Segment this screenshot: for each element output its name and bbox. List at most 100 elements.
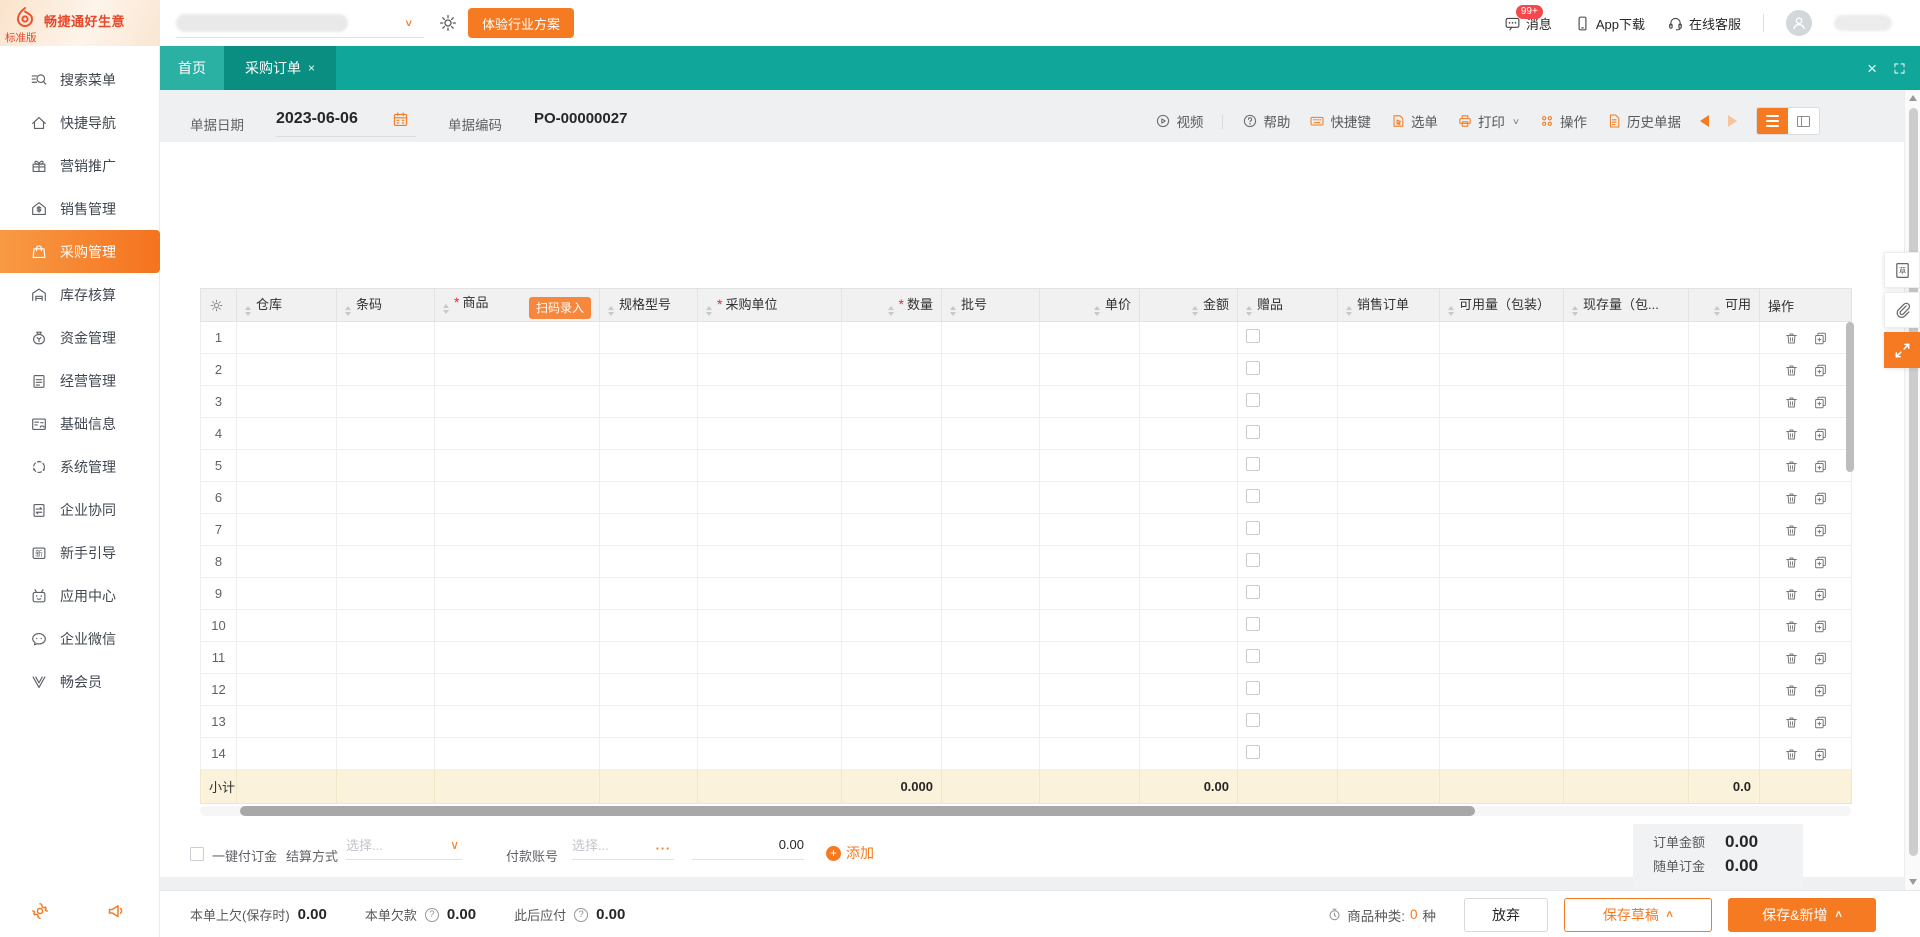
draft-list-button[interactable]: 草 — [1884, 252, 1920, 288]
redacted-company-name[interactable] — [176, 14, 348, 32]
gift-checkbox[interactable] — [1246, 745, 1260, 759]
copy-row-icon[interactable] — [1813, 747, 1828, 762]
cell-purchase_unit[interactable] — [697, 673, 842, 706]
delete-row-icon[interactable] — [1784, 395, 1799, 410]
cell-stock_pkg[interactable] — [1563, 321, 1689, 354]
cell-gift[interactable] — [1237, 481, 1338, 514]
cell-barcode[interactable] — [336, 577, 435, 610]
gift-checkbox[interactable] — [1246, 649, 1260, 663]
table-row[interactable]: 9 — [200, 577, 1852, 610]
cell-spec[interactable] — [599, 353, 698, 386]
cell-spec[interactable] — [599, 481, 698, 514]
cell-stock_pkg[interactable] — [1563, 353, 1689, 386]
gift-checkbox[interactable] — [1246, 361, 1260, 375]
cell-qty[interactable] — [841, 577, 942, 610]
settlement-chevron-down-icon[interactable]: ∨ — [450, 839, 459, 851]
cell-sales_order[interactable] — [1337, 609, 1440, 642]
cell-barcode[interactable] — [336, 609, 435, 642]
cell-gift[interactable] — [1237, 705, 1338, 738]
cell-qty[interactable] — [841, 321, 942, 354]
cell-spec[interactable] — [599, 577, 698, 610]
sidebar-settings-icon[interactable] — [30, 901, 50, 921]
gift-checkbox[interactable] — [1246, 713, 1260, 727]
cell-sales_order[interactable] — [1337, 545, 1440, 578]
cell-spec[interactable] — [599, 545, 698, 578]
col-header-stock_pkg[interactable]: 现存量（包... — [1563, 288, 1689, 322]
abandon-button[interactable]: 放弃 — [1464, 897, 1548, 932]
cell-barcode[interactable] — [336, 673, 435, 706]
cell-barcode[interactable] — [336, 385, 435, 418]
cell-stock_pkg[interactable] — [1563, 577, 1689, 610]
cell-product[interactable] — [434, 641, 600, 674]
one-key-deposit-checkbox[interactable] — [190, 847, 204, 861]
cell-barcode[interactable] — [336, 737, 435, 770]
copy-row-icon[interactable] — [1813, 683, 1828, 698]
attachment-button[interactable] — [1884, 292, 1920, 328]
cell-warehouse[interactable] — [236, 577, 337, 610]
fullscreen-icon[interactable] — [1893, 62, 1906, 75]
delete-row-icon[interactable] — [1784, 555, 1799, 570]
copy-row-icon[interactable] — [1813, 395, 1828, 410]
sort-arrows-icon[interactable] — [1572, 306, 1578, 316]
prev-doc-icon[interactable] — [1700, 115, 1709, 127]
table-row[interactable]: 5 — [200, 449, 1852, 482]
bill-debt-help-icon[interactable]: ? — [424, 907, 439, 922]
copy-row-icon[interactable] — [1813, 427, 1828, 442]
cell-stock_pkg[interactable] — [1563, 737, 1689, 770]
cell-amount[interactable] — [1139, 673, 1238, 706]
cell-spec[interactable] — [599, 641, 698, 674]
cell-amount[interactable] — [1139, 705, 1238, 738]
delete-row-icon[interactable] — [1784, 619, 1799, 634]
cell-product[interactable] — [434, 385, 600, 418]
cell-amount[interactable] — [1139, 513, 1238, 546]
sidebar-item-basic-info[interactable]: 基础信息 — [0, 402, 160, 445]
sort-arrows-icon[interactable] — [1192, 306, 1198, 316]
cell-price[interactable] — [1039, 545, 1140, 578]
cell-price[interactable] — [1039, 513, 1140, 546]
table-row[interactable]: 4 — [200, 417, 1852, 450]
cell-price[interactable] — [1039, 481, 1140, 514]
gift-checkbox[interactable] — [1246, 521, 1260, 535]
after-payable-help-icon[interactable]: ? — [574, 907, 589, 922]
cell-warehouse[interactable] — [236, 481, 337, 514]
cell-purchase_unit[interactable] — [697, 353, 842, 386]
cell-batch[interactable] — [941, 737, 1040, 770]
cell-price[interactable] — [1039, 353, 1140, 386]
cell-gift[interactable] — [1237, 673, 1338, 706]
cell-batch[interactable] — [941, 481, 1040, 514]
header-gear-icon[interactable] — [438, 13, 458, 33]
sidebar-item-system[interactable]: 系统管理 — [0, 445, 160, 488]
delete-row-icon[interactable] — [1784, 331, 1799, 346]
copy-row-icon[interactable] — [1813, 587, 1828, 602]
cell-batch[interactable] — [941, 353, 1040, 386]
tab-close-icon[interactable]: × — [308, 61, 315, 75]
account-picker-icon[interactable]: ... — [656, 837, 671, 852]
cell-sales_order[interactable] — [1337, 449, 1440, 482]
cell-price[interactable] — [1039, 641, 1140, 674]
table-row[interactable]: 11 — [200, 641, 1852, 674]
table-row[interactable]: 12 — [200, 673, 1852, 706]
cell-qty[interactable] — [841, 481, 942, 514]
sidebar-item-operation[interactable]: 经营管理 — [0, 359, 160, 402]
cell-barcode[interactable] — [336, 545, 435, 578]
cell-purchase_unit[interactable] — [697, 481, 842, 514]
sort-arrows-icon[interactable] — [1094, 306, 1100, 316]
cell-spec[interactable] — [599, 673, 698, 706]
cell-ops[interactable] — [1759, 513, 1852, 546]
table-vertical-scrollbar-thumb[interactable] — [1846, 322, 1854, 472]
cell-ops[interactable] — [1759, 545, 1852, 578]
cell-amount[interactable] — [1139, 609, 1238, 642]
delete-row-icon[interactable] — [1784, 363, 1799, 378]
cell-ops[interactable] — [1759, 385, 1852, 418]
cell-qty[interactable] — [841, 449, 942, 482]
cell-available_cut[interactable] — [1688, 481, 1760, 514]
sidebar-item-search-menu[interactable]: 搜索菜单 — [0, 58, 160, 101]
cell-ops[interactable] — [1759, 481, 1852, 514]
col-header-batch[interactable]: 批号 — [941, 288, 1040, 322]
cell-spec[interactable] — [599, 385, 698, 418]
cell-stock_pkg[interactable] — [1563, 705, 1689, 738]
history-button[interactable]: 历史单据 — [1606, 111, 1681, 131]
hotkeys-button[interactable]: 快捷键 — [1309, 111, 1371, 131]
deposit-amount-input[interactable]: 0.00 — [692, 830, 804, 860]
cell-product[interactable] — [434, 705, 600, 738]
